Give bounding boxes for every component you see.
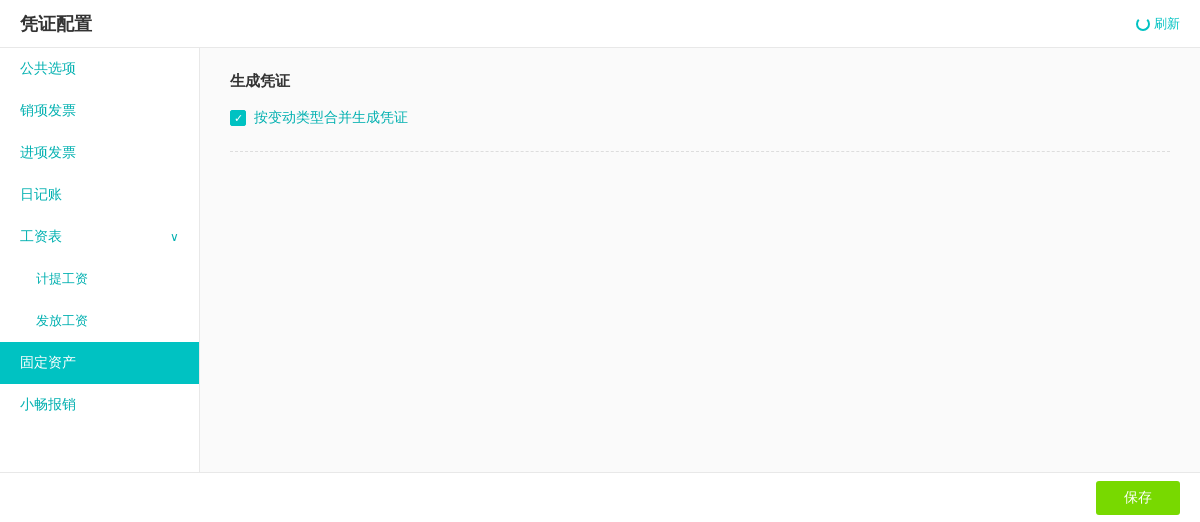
checkbox-label: 按变动类型合并生成凭证 xyxy=(254,109,408,127)
header: 凭证配置 刷新 xyxy=(0,0,1200,48)
sidebar-item-label: 进项发票 xyxy=(20,144,76,162)
sidebar-item-label: 固定资产 xyxy=(20,354,76,372)
save-button[interactable]: 保存 xyxy=(1096,481,1180,515)
sidebar-item-label: 公共选项 xyxy=(20,60,76,78)
sidebar-item-purchase-invoice[interactable]: 进项发票 xyxy=(0,132,199,174)
sidebar-item-sales-invoice[interactable]: 销项发票 xyxy=(0,90,199,132)
sidebar-item-payroll-calc[interactable]: 计提工资 xyxy=(0,258,199,300)
sidebar-item-label: 日记账 xyxy=(20,186,62,204)
sidebar-item-label: 销项发票 xyxy=(20,102,76,120)
main-content: 生成凭证 按变动类型合并生成凭证 xyxy=(200,48,1200,472)
refresh-button[interactable]: 刷新 xyxy=(1136,15,1180,33)
refresh-icon xyxy=(1136,17,1150,31)
sidebar: 公共选项销项发票进项发票日记账工资表 ∨ 计提工资发放工资固定资产小畅报销 xyxy=(0,48,200,472)
body: 公共选项销项发票进项发票日记账工资表 ∨ 计提工资发放工资固定资产小畅报销 生成凭证… xyxy=(0,48,1200,472)
chevron-down-icon: ∨ xyxy=(170,230,179,244)
sidebar-item-journal[interactable]: 日记账 xyxy=(0,174,199,216)
sidebar-item-fixed-assets[interactable]: 固定资产 xyxy=(0,342,199,384)
sidebar-item-label: 小畅报销 xyxy=(20,396,76,414)
section-title: 生成凭证 xyxy=(230,72,1170,91)
divider xyxy=(230,151,1170,152)
sidebar-item-payroll-pay[interactable]: 发放工资 xyxy=(0,300,199,342)
sidebar-item-label: 发放工资 xyxy=(36,312,88,330)
checkbox-row: 按变动类型合并生成凭证 xyxy=(230,109,1170,127)
sidebar-item-expense-report[interactable]: 小畅报销 xyxy=(0,384,199,426)
sidebar-item-label: 工资表 xyxy=(20,228,62,246)
page-wrapper: 凭证配置 刷新 公共选项销项发票进项发票日记账工资表 ∨ 计提工资发放工资固定资产小… xyxy=(0,0,1200,522)
refresh-label: 刷新 xyxy=(1154,15,1180,33)
sidebar-item-payroll-table[interactable]: 工资表 ∨ xyxy=(0,216,199,258)
sidebar-item-label: 计提工资 xyxy=(36,270,88,288)
footer: 保存 xyxy=(0,472,1200,522)
page-title: 凭证配置 xyxy=(20,12,92,36)
merge-checkbox[interactable] xyxy=(230,110,246,126)
sidebar-item-public-options[interactable]: 公共选项 xyxy=(0,48,199,90)
